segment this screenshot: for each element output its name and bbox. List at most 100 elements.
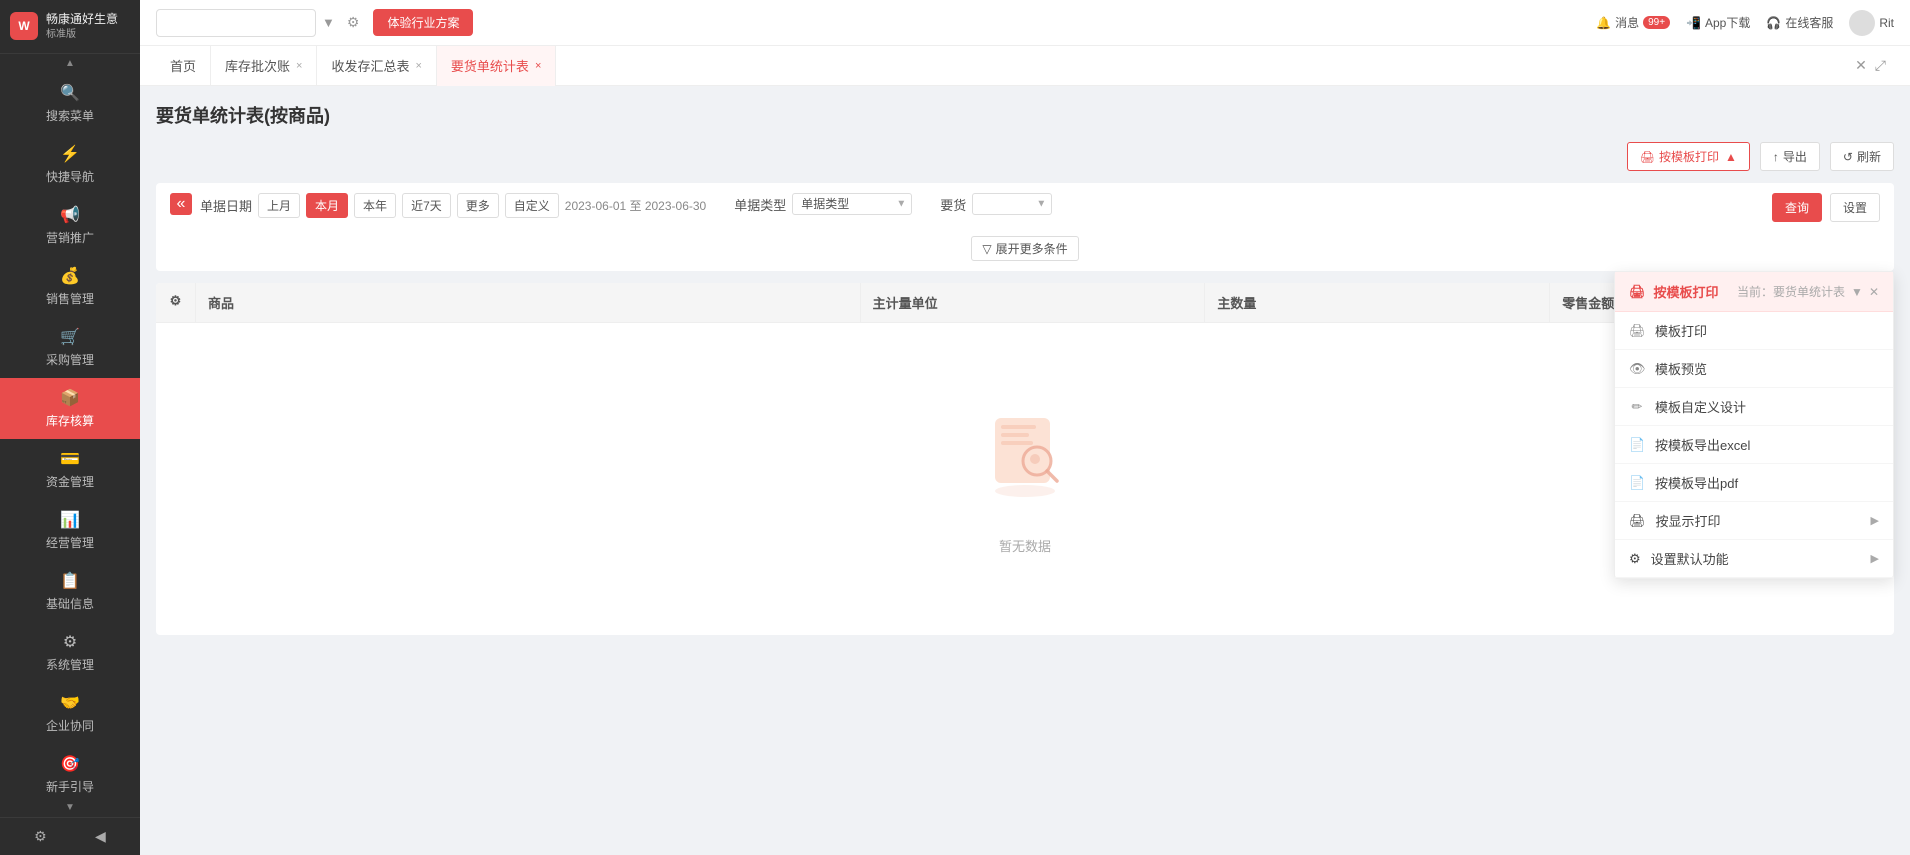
tab-home[interactable]: 首页 [156,46,211,86]
date-btn-custom[interactable]: 自定义 [505,193,559,218]
dropdown-item-template-preview[interactable]: 👁 模板预览 [1615,350,1893,388]
print-dropdown-menu: 🖨 按模板打印 当前：要货单统计表 ▼ ✕ 🖨 模板打印 👁 模板预览 ✏ 模 [1614,271,1894,579]
sidebar-item-finance[interactable]: 💳 资金管理 [0,439,140,500]
filter-bar: « 单据日期 上月 本月 本年 近7天 更多 自定义 2023-06-01 至 … [156,183,1894,271]
sidebar-item-quick-nav[interactable]: ⚡ 快捷导航 [0,134,140,195]
freight-select[interactable] [972,193,1052,215]
set-default-chevron: ▶ [1871,552,1879,565]
app-download-btn[interactable]: 📲 App下载 [1686,14,1750,31]
download-icon: 📲 [1686,16,1701,30]
dropdown-item-export-pdf[interactable]: 📄 按模板导出pdf [1615,464,1893,502]
export-btn[interactable]: ↑ 导出 [1760,142,1820,171]
expand-chevron-icon: ▽ [982,242,991,256]
logo-text: 畅康通好生意 标准版 [46,12,118,41]
scroll-down-btn[interactable]: ▼ [0,798,140,817]
th-settings[interactable]: ⚙ [156,283,196,322]
export-excel-icon: 📄 [1629,437,1645,453]
print-btn[interactable]: 🖨 按模板打印 ▲ [1627,142,1750,171]
topbar-right: 🔔 消息 99+ 📲 App下载 🎧 在线客服 Rit [1596,10,1894,36]
dropdown-item-template-design[interactable]: ✏ 模板自定义设计 [1615,388,1893,426]
empty-illustration [975,403,1075,522]
dropdown-item-export-excel[interactable]: 📄 按模板导出excel [1615,426,1893,464]
sidebar-logo: W 畅康通好生意 标准版 [0,0,140,54]
topbar-chevron-icon[interactable]: ▼ [322,15,335,30]
tab-inventory-batch[interactable]: 库存批次账 × [211,46,317,86]
message-badge: 99+ [1643,16,1670,29]
display-print-icon: 🖨 [1629,513,1646,529]
tab-close-order-stats[interactable]: × [535,60,541,72]
date-btn-7days[interactable]: 近7天 [402,193,451,218]
sidebar-item-purchase[interactable]: 🛒 采购管理 [0,317,140,378]
trial-btn[interactable]: 体验行业方案 [373,9,473,36]
print-chevron-icon: ▲ [1725,150,1737,164]
online-service-btn[interactable]: 🎧 在线客服 [1766,14,1833,31]
tab-close-all-icon[interactable]: ✕ [1855,57,1867,74]
query-btn[interactable]: 查询 [1772,193,1822,222]
refresh-btn[interactable]: ↺ 刷新 [1830,142,1894,171]
dropdown-close-icon[interactable]: ✕ [1869,285,1879,299]
sidebar-item-system[interactable]: ⚙ 系统管理 [0,622,140,683]
inventory-icon: 📦 [60,388,80,408]
dropdown-item-template-print[interactable]: 🖨 模板打印 [1615,312,1893,350]
guide-icon: 🎯 [60,754,80,774]
avatar [1849,10,1875,36]
tab-close-inventory-batch[interactable]: × [296,60,302,72]
bell-icon: 🔔 [1596,16,1611,30]
tab-close-receipt-summary[interactable]: × [415,60,421,72]
sidebar-item-enterprise[interactable]: 🤝 企业协同 [0,683,140,744]
refresh-icon: ↺ [1843,150,1853,164]
tab-order-stats[interactable]: 要货单统计表 × [437,46,556,86]
dropdown-header-left: 🖨 按模板打印 [1629,282,1719,301]
date-btn-last-month[interactable]: 上月 [258,193,300,218]
sidebar-menu: 🔍 搜索菜单 ⚡ 快捷导航 📢 营销推广 💰 销售管理 🛒 采购管理 📦 库存核… [0,73,140,798]
message-btn[interactable]: 🔔 消息 99+ [1596,14,1670,31]
search-icon: 🔍 [60,83,80,103]
basics-icon: 📋 [60,571,80,591]
logo-icon: W [10,12,38,40]
sidebar-item-basics[interactable]: 📋 基础信息 [0,561,140,622]
freight-filter-group: 要货 ▼ [940,193,1052,215]
date-btn-this-month[interactable]: 本月 [306,193,348,218]
date-filter-group: 单据日期 上月 本月 本年 近7天 更多 自定义 2023-06-01 至 20… [200,193,706,218]
sales-icon: 💰 [60,266,80,286]
export-icon: ↑ [1773,150,1779,164]
tab-receipt-summary[interactable]: 收发存汇总表 × [317,46,436,86]
dropdown-section-set-default[interactable]: ⚙ 设置默认功能 ▶ [1615,540,1893,578]
headset-icon: 🎧 [1766,16,1781,30]
date-range-display: 2023-06-01 至 2023-06-30 [565,197,706,214]
settings-query-btn[interactable]: 设置 [1830,193,1880,222]
template-print-icon: 🖨 [1629,323,1645,339]
sidebar-item-marketing[interactable]: 📢 营销推广 [0,195,140,256]
tabbar: 首页 库存批次账 × 收发存汇总表 × 要货单统计表 × ✕ ⤢ [140,46,1910,86]
order-type-filter-group: 单据类型 单据类型 ▼ [734,193,912,215]
sidebar-item-inventory[interactable]: 📦 库存核算 [0,378,140,439]
sidebar-item-guide[interactable]: 🎯 新手引导 [0,744,140,798]
expand-more-btn[interactable]: ▽ 展开更多条件 [971,236,1078,261]
topbar-search-input[interactable] [156,9,316,37]
sidebar-item-operation[interactable]: 📊 经营管理 [0,500,140,561]
topbar-gear-icon[interactable]: ⚙ [347,14,360,31]
sidebar-item-search[interactable]: 🔍 搜索菜单 [0,73,140,134]
th-qty: 主数量 [1205,283,1550,322]
scroll-up-btn[interactable]: ▲ [0,54,140,73]
dropdown-chevron-icon: ▼ [1851,285,1863,299]
system-icon: ⚙ [63,632,77,652]
date-btn-this-year[interactable]: 本年 [354,193,396,218]
settings-footer-btn[interactable]: ⚙ [34,828,47,845]
page-title: 要货单统计表(按商品) [156,102,1894,128]
freight-select-wrapper: ▼ [972,193,1052,215]
dropdown-header[interactable]: 🖨 按模板打印 当前：要货单统计表 ▼ ✕ [1615,272,1893,312]
dropdown-section-display-print[interactable]: 🖨 按显示打印 ▶ [1615,502,1893,540]
tab-maximize-icon[interactable]: ⤢ [1875,57,1886,74]
th-goods: 商品 [196,283,861,322]
filter-toggle-btn[interactable]: « [170,193,192,215]
order-type-select[interactable]: 单据类型 [792,193,912,215]
template-design-icon: ✏ [1629,399,1645,415]
collapse-sidebar-btn[interactable]: ◀ [95,828,106,845]
template-preview-icon: 👁 [1629,361,1645,377]
user-avatar-btn[interactable]: Rit [1849,10,1894,36]
purchase-icon: 🛒 [60,327,80,347]
sidebar-item-sales[interactable]: 💰 销售管理 [0,256,140,317]
date-btn-more[interactable]: 更多 [457,193,499,218]
th-unit: 主计量单位 [861,283,1206,322]
